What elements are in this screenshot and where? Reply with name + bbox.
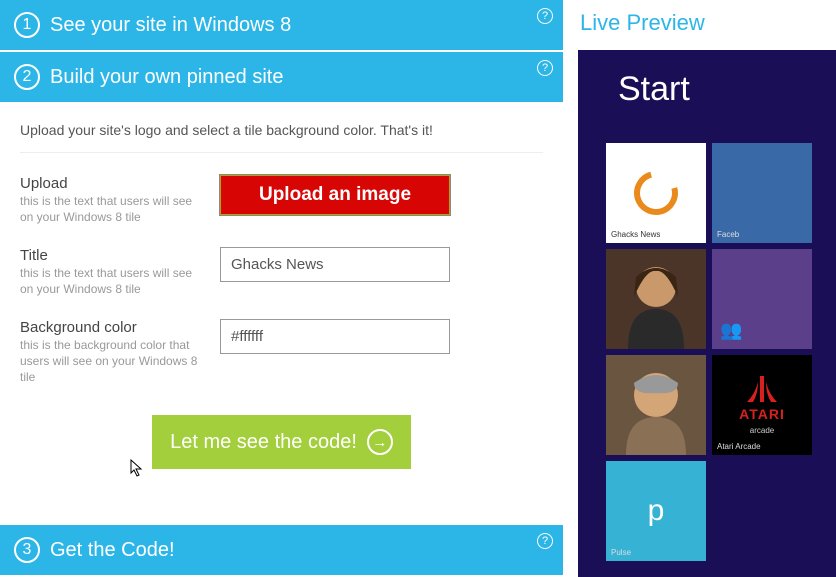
step-3-header[interactable]: 3 Get the Code! ?	[0, 525, 563, 575]
bgcolor-row: Background color this is the background …	[20, 319, 543, 385]
tile-atari[interactable]: ATARI arcade Atari Arcade	[712, 355, 812, 455]
tile-caption: Faceb	[717, 230, 739, 239]
step-2-header[interactable]: 2 Build your own pinned site ?	[0, 52, 563, 102]
upload-hint: this is the text that users will see on …	[20, 194, 200, 225]
bgcolor-label: Background color	[20, 319, 200, 336]
tile-photo-2[interactable]	[606, 355, 706, 455]
step-1-number: 1	[14, 12, 40, 38]
see-code-button[interactable]: Let me see the code! →	[152, 415, 411, 469]
title-hint: this is the text that users will see on …	[20, 266, 200, 297]
title-row: Title this is the text that users will s…	[20, 247, 543, 297]
bgcolor-input[interactable]	[220, 319, 450, 354]
bgcolor-hint: this is the background color that users …	[20, 338, 200, 385]
upload-button[interactable]: Upload an image	[220, 175, 450, 215]
ghacks-logo-icon	[626, 163, 686, 223]
tile-caption: Ghacks News	[611, 230, 660, 239]
step-2-title: Build your own pinned site	[50, 66, 283, 89]
help-icon[interactable]: ?	[537, 60, 553, 76]
tiles-grid: Ghacks News Faceb 👥	[606, 143, 836, 561]
title-input[interactable]	[220, 247, 450, 282]
live-preview-heading: Live Preview	[578, 0, 836, 50]
tile-ghacks[interactable]: Ghacks News	[606, 143, 706, 243]
upload-row: Upload this is the text that users will …	[20, 175, 543, 225]
step-2-number: 2	[14, 64, 40, 90]
see-code-label: Let me see the code!	[170, 431, 357, 454]
step-1-header[interactable]: 1 See your site in Windows 8 ?	[0, 0, 563, 50]
atari-name: ATARI	[739, 406, 785, 422]
people-icon: 👥	[720, 320, 742, 341]
step-2-content: Upload your site's logo and select a til…	[0, 104, 563, 525]
help-icon[interactable]: ?	[537, 533, 553, 549]
help-icon[interactable]: ?	[537, 8, 553, 24]
tile-caption: Atari Arcade	[717, 442, 761, 451]
step-3-title: Get the Code!	[50, 539, 175, 562]
tile-facebook[interactable]: Faceb	[712, 143, 812, 243]
arrow-right-icon: →	[367, 429, 393, 455]
tile-photo[interactable]	[606, 249, 706, 349]
upload-label: Upload	[20, 175, 200, 192]
atari-logo-icon	[747, 376, 777, 402]
pulse-glyph: p	[648, 494, 665, 528]
person-photo-icon	[606, 249, 706, 349]
atari-sub: arcade	[750, 426, 774, 435]
tile-people[interactable]: 👥	[712, 249, 812, 349]
step-intro: Upload your site's logo and select a til…	[20, 122, 543, 153]
step-1-title: See your site in Windows 8	[50, 14, 291, 37]
step-3-number: 3	[14, 537, 40, 563]
start-screen: Start Ghacks News Faceb 👥	[578, 50, 836, 577]
tile-caption: Pulse	[611, 548, 631, 557]
tile-pulse[interactable]: p Pulse	[606, 461, 706, 561]
start-heading: Start	[618, 70, 836, 109]
title-label: Title	[20, 247, 200, 264]
person-photo-icon	[606, 355, 706, 455]
